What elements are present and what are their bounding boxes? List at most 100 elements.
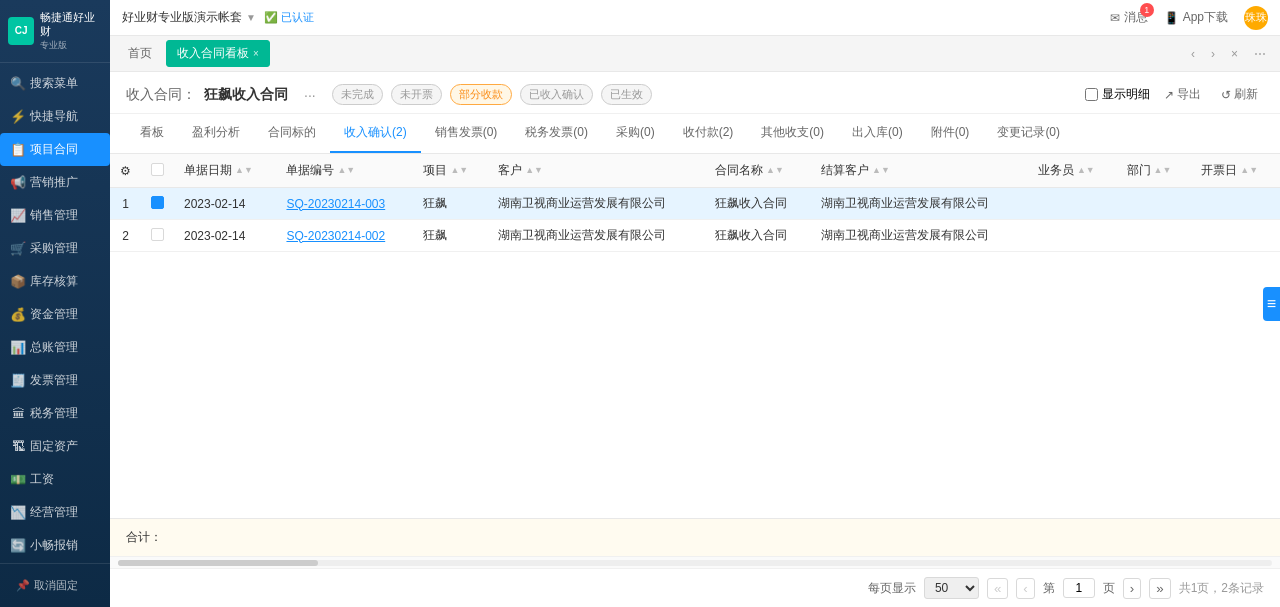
page-size-label: 每页显示 — [868, 580, 916, 597]
page-input[interactable] — [1063, 578, 1095, 598]
tab-nav-next[interactable]: › — [1205, 45, 1221, 63]
sub-tab-changes[interactable]: 变更记录(0) — [983, 114, 1074, 153]
sidebar-item-营销推广[interactable]: 📢营销推广 — [0, 166, 110, 199]
sub-tab-items[interactable]: 合同标的 — [254, 114, 330, 153]
sub-tab-attachment[interactable]: 附件(0) — [917, 114, 984, 153]
th-date-label: 单据日期 — [184, 162, 232, 179]
sidebar-item-总账管理[interactable]: 📊总账管理 — [0, 331, 110, 364]
th-settings: ⚙ — [110, 154, 141, 188]
message-button[interactable]: ✉ 消息 1 — [1110, 9, 1148, 26]
contract-header: 收入合同： 狂飙收入合同 ··· 未完成 未开票 部分收款 已收入确认 已生效 … — [110, 72, 1280, 114]
tab-contract-board[interactable]: 收入合同看板 × — [166, 40, 270, 67]
nav-icon: 📉 — [10, 504, 26, 520]
table-wrap: ⚙ 单据日期 ▲▼ 单据编号 — [110, 154, 1280, 518]
row-checkbox[interactable] — [151, 228, 164, 241]
row-checkbox[interactable] — [151, 196, 164, 209]
page-size-select[interactable]: 50 100 200 — [924, 577, 979, 599]
close-icon[interactable]: × — [253, 48, 259, 59]
table-row[interactable]: 1 2023-02-14 SQ-20230214-003 狂飙 湖南卫视商业运营… — [110, 188, 1280, 220]
page-total: 共1页，2条记录 — [1179, 580, 1264, 597]
sidebar-item-搜索菜单[interactable]: 🔍搜索菜单 — [0, 67, 110, 100]
th-date: 单据日期 ▲▼ — [174, 154, 276, 188]
row-check-cell[interactable] — [141, 220, 174, 252]
sidebar-item-快捷导航[interactable]: ⚡快捷导航 — [0, 100, 110, 133]
th-salesperson: 业务员 ▲▼ — [1028, 154, 1117, 188]
message-badge: 1 — [1140, 3, 1154, 17]
sub-tab-purchase[interactable]: 采购(0) — [602, 114, 669, 153]
pagination: 每页显示 50 100 200 « ‹ 第 页 › » 共1页，2条记录 — [110, 568, 1280, 607]
cell-salesperson — [1028, 188, 1117, 220]
pin-icon: 📌 — [16, 579, 30, 592]
sidebar-item-label: 营销推广 — [30, 174, 78, 191]
nav-icon: 📊 — [10, 339, 26, 355]
scrollbar-thumb[interactable] — [118, 560, 318, 566]
th-code: 单据编号 ▲▼ — [276, 154, 413, 188]
detail-checkbox-input[interactable] — [1085, 88, 1098, 101]
sidebar-item-label: 固定资产 — [30, 438, 78, 455]
sub-tab-sales-invoice[interactable]: 销售发票(0) — [421, 114, 512, 153]
show-detail-checkbox[interactable]: 显示明细 — [1085, 86, 1150, 103]
sub-tab-other[interactable]: 其他收支(0) — [747, 114, 838, 153]
nav-icon: ⚡ — [10, 108, 26, 124]
sub-tab-payment[interactable]: 收付款(2) — [669, 114, 748, 153]
app-download-button[interactable]: 📱 App下载 — [1164, 9, 1228, 26]
tab-bar: 首页 收入合同看板 × ‹ › × ⋯ — [110, 36, 1280, 72]
sidebar-item-资金管理[interactable]: 💰资金管理 — [0, 298, 110, 331]
status-effective[interactable]: 已生效 — [601, 84, 652, 105]
sub-tab-profit[interactable]: 盈利分析 — [178, 114, 254, 153]
tab-nav-menu[interactable]: ⋯ — [1248, 45, 1272, 63]
record-link[interactable]: SQ-20230214-003 — [286, 197, 385, 211]
company-selector[interactable]: 好业财专业版演示帐套 ▼ — [122, 9, 256, 26]
tab-nav-prev[interactable]: ‹ — [1185, 45, 1201, 63]
cell-department — [1117, 220, 1192, 252]
table-row[interactable]: 2 2023-02-14 SQ-20230214-002 狂飙 湖南卫视商业运营… — [110, 220, 1280, 252]
status-partial-received[interactable]: 部分收款 — [450, 84, 512, 105]
sort-icon: ▲▼ — [235, 166, 253, 175]
tab-home[interactable]: 首页 — [118, 41, 162, 66]
sidebar-item-经营管理[interactable]: 📉经营管理 — [0, 496, 110, 529]
sidebar-item-固定资产[interactable]: 🏗固定资产 — [0, 430, 110, 463]
sidebar-item-税务管理[interactable]: 🏛税务管理 — [0, 397, 110, 430]
user-avatar[interactable]: 珠珠 — [1244, 6, 1268, 30]
sub-tab-income-confirm[interactable]: 收入确认(2) — [330, 114, 421, 153]
record-link[interactable]: SQ-20230214-002 — [286, 229, 385, 243]
sub-tab-tax-invoice[interactable]: 税务发票(0) — [511, 114, 602, 153]
sub-tab-dashboard[interactable]: 看板 — [126, 114, 178, 153]
download-icon: 📱 — [1164, 11, 1179, 25]
sidebar-item-销售管理[interactable]: 📈销售管理 — [0, 199, 110, 232]
last-page-button[interactable]: » — [1149, 578, 1170, 599]
status-uninvoiced[interactable]: 未开票 — [391, 84, 442, 105]
first-page-button[interactable]: « — [987, 578, 1008, 599]
sidebar-item-工资[interactable]: 💵工资 — [0, 463, 110, 496]
sidebar-item-小畅报销[interactable]: 🔄小畅报销 — [0, 529, 110, 562]
sub-tab-warehouse[interactable]: 出入库(0) — [838, 114, 917, 153]
more-options-button[interactable]: ··· — [304, 87, 316, 103]
sidebar-item-库存核算[interactable]: 📦库存核算 — [0, 265, 110, 298]
logo-sub: 专业版 — [40, 39, 102, 52]
sort-icon: ▲▼ — [872, 166, 890, 175]
sidebar-item-label: 项目合同 — [30, 141, 78, 158]
contract-title-label: 收入合同： — [126, 86, 196, 104]
next-page-button[interactable]: › — [1123, 578, 1141, 599]
sidebar-item-项目合同[interactable]: 📋项目合同 — [0, 133, 110, 166]
sidebar-item-label: 搜索菜单 — [30, 75, 78, 92]
sidebar-nav-list: 🔍搜索菜单⚡快捷导航📋项目合同📢营销推广📈销售管理🛒采购管理📦库存核算💰资金管理… — [0, 63, 110, 563]
select-all-checkbox[interactable] — [151, 163, 164, 176]
prev-page-button[interactable]: ‹ — [1016, 578, 1034, 599]
horizontal-scrollbar[interactable] — [110, 556, 1280, 568]
settings-icon[interactable]: ⚙ — [120, 164, 131, 178]
unpin-button[interactable]: 📌 取消固定 — [8, 572, 102, 599]
sidebar-item-采购管理[interactable]: 🛒采购管理 — [0, 232, 110, 265]
status-income-confirmed[interactable]: 已收入确认 — [520, 84, 593, 105]
sidebar-item-label: 发票管理 — [30, 372, 78, 389]
tab-nav-close[interactable]: × — [1225, 45, 1244, 63]
right-side-indicator[interactable]: ≡ — [1263, 287, 1280, 321]
status-incomplete[interactable]: 未完成 — [332, 84, 383, 105]
sidebar-logo: CJ 畅捷通好业财 专业版 — [0, 0, 110, 63]
refresh-button[interactable]: ↺ 刷新 — [1215, 84, 1264, 105]
th-department-label: 部门 — [1127, 162, 1151, 179]
row-check-cell[interactable] — [141, 188, 174, 220]
sort-icon: ▲▼ — [450, 166, 468, 175]
export-button[interactable]: ↗ 导出 — [1158, 84, 1207, 105]
sidebar-item-发票管理[interactable]: 🧾发票管理 — [0, 364, 110, 397]
